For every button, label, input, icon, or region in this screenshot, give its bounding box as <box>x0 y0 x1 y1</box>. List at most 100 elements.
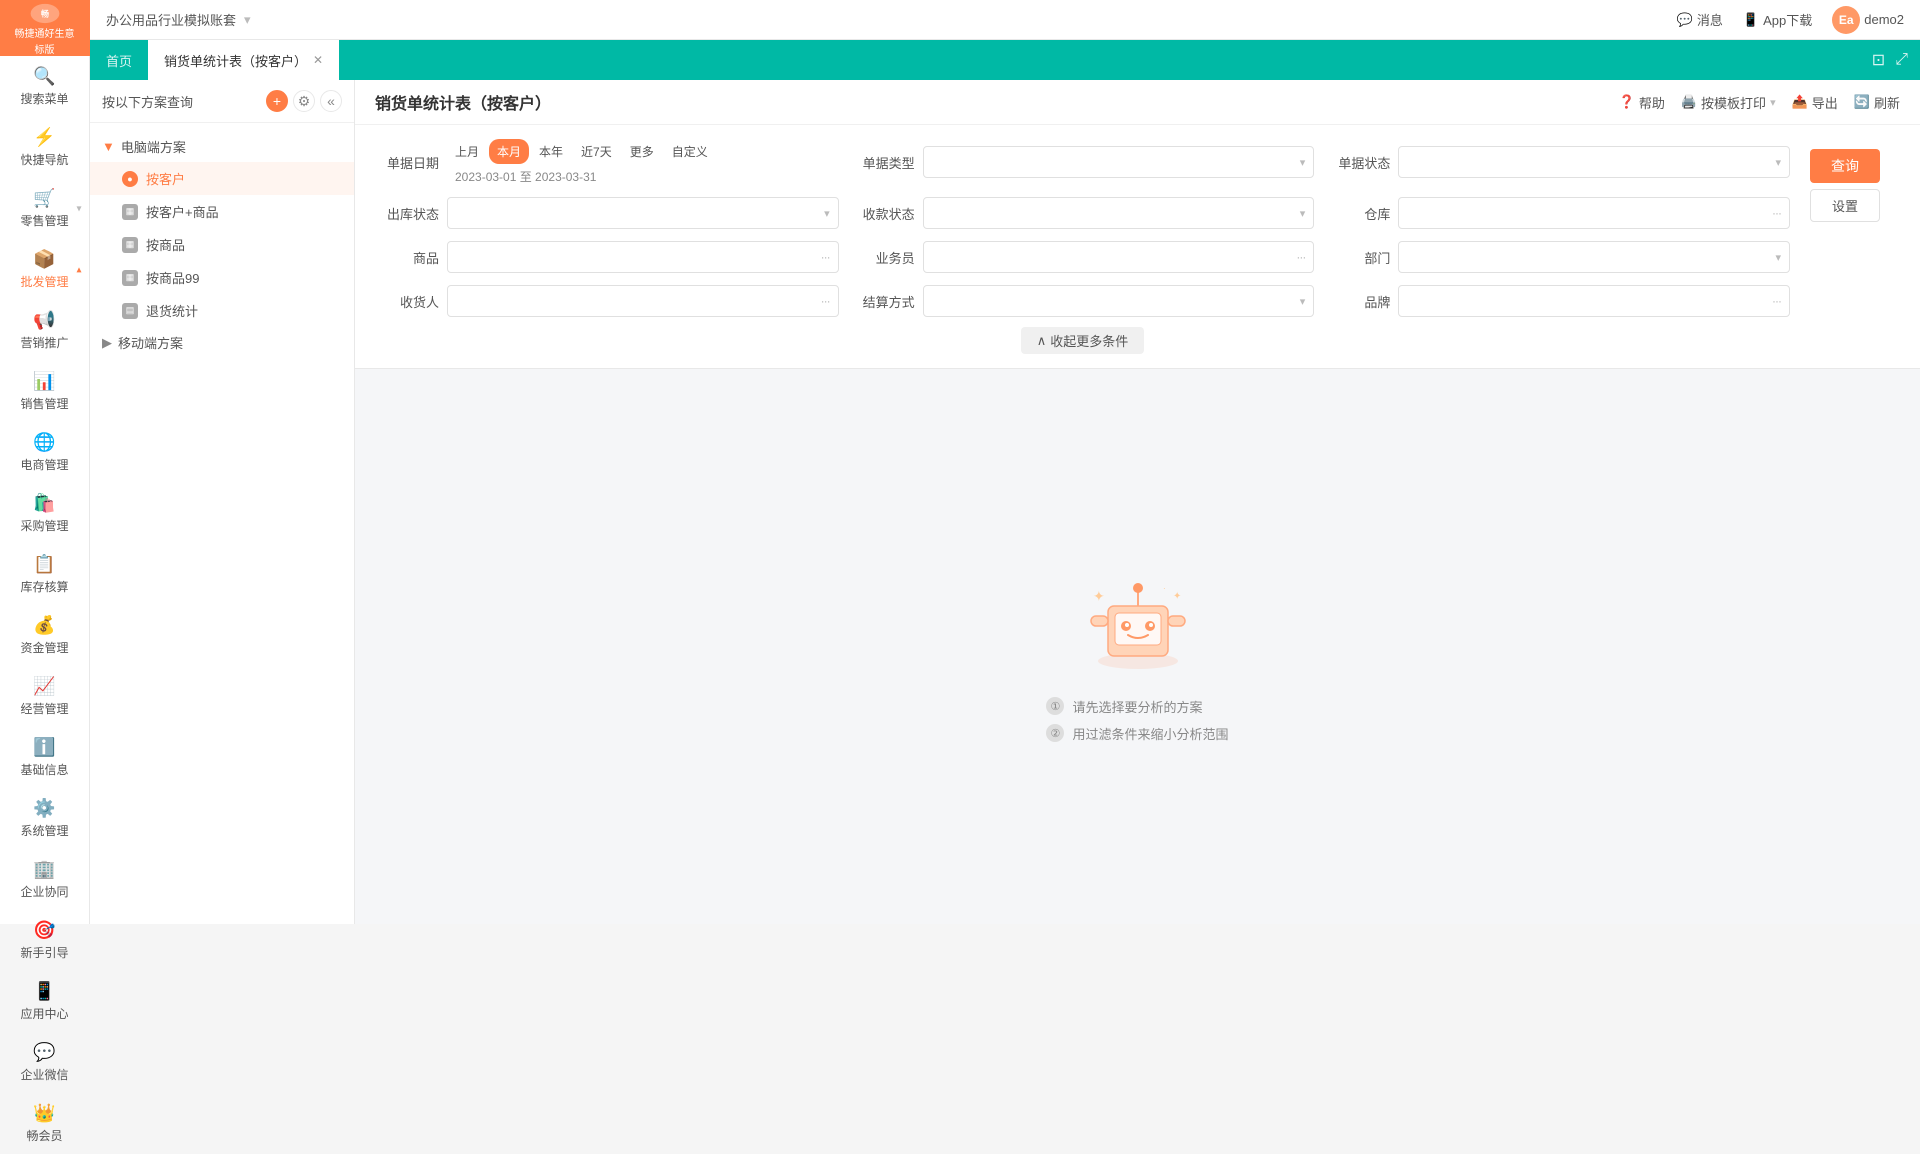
template-print-btn[interactable]: 🖨️ 按模板打印 ▾ <box>1681 93 1776 112</box>
date-tab-custom[interactable]: 自定义 <box>664 139 716 164</box>
svg-text:✦: ✦ <box>1173 591 1181 602</box>
scheme-item-by-goods-99[interactable]: ▦ 按商品99 <box>90 261 354 294</box>
settings-btn[interactable]: 设置 <box>1810 189 1880 222</box>
help-btn[interactable]: ❓ 帮助 <box>1619 93 1665 112</box>
collapse-panel-btn[interactable]: « <box>320 90 342 112</box>
scheme-item-return-stats[interactable]: ▤ 退货统计 <box>90 294 354 327</box>
user-area[interactable]: Ea demo2 <box>1832 6 1904 34</box>
message-btn[interactable]: 💬 消息 <box>1677 10 1723 29</box>
date-tab-this-year[interactable]: 本年 <box>531 139 571 164</box>
date-tab-this-month[interactable]: 本月 <box>489 139 529 164</box>
tab-close-icon[interactable]: ✕ <box>313 53 323 67</box>
header-breadcrumb-area: 办公用品行业模拟账套 ▾ <box>106 10 251 29</box>
filter-goods-item: 商品 ··· <box>375 241 839 273</box>
sidebar-item-ecommerce[interactable]: 🌐 电商管理 <box>0 422 90 483</box>
sidebar-item-search-menu[interactable]: 🔍 搜索菜单 <box>0 56 90 117</box>
scheme-section: ▼ 电脑端方案 ● 按客户 ▦ 按客户+商品 ▦ 按商品 ▦ 按商品99 <box>90 123 354 366</box>
sidebar-item-basic-info[interactable]: ℹ️ 基础信息 <box>0 727 90 788</box>
settlement-input[interactable]: ▾ <box>923 285 1315 317</box>
basic-info-icon: ℹ️ <box>33 737 55 758</box>
sidebar-item-wholesale[interactable]: 📦 批发管理 ▴ <box>0 239 90 300</box>
sidebar-item-purchase[interactable]: 🛍️ 采购管理 <box>0 483 90 544</box>
ecommerce-icon: 🌐 <box>33 432 55 453</box>
sidebar-item-retail[interactable]: 🛒 零售管理 ▾ <box>0 178 90 239</box>
finance-icon: 💰 <box>33 615 55 636</box>
doc-type-arrow-icon: ▾ <box>1300 156 1306 169</box>
sidebar-item-app-center[interactable]: 📱 应用中心 <box>0 971 90 1032</box>
doc-status-label: 单据状态 <box>1326 153 1390 172</box>
collapse-btn[interactable]: ∧ 收起更多条件 <box>1021 327 1145 354</box>
filter-date-item: 单据日期 上月 本月 本年 近7天 更多 自定义 20 <box>375 139 839 185</box>
filter-doc-type-item: 单据类型 ▾ <box>851 146 1315 178</box>
sidebar-label-sales: 销售管理 <box>20 395 68 412</box>
sidebar-label-enterprise: 企业协同 <box>20 883 68 900</box>
department-input[interactable]: ▾ <box>1398 241 1790 273</box>
scheme-item-by-customer-goods[interactable]: ▦ 按客户+商品 <box>90 195 354 228</box>
filter-area: 单据日期 上月 本月 本年 近7天 更多 自定义 20 <box>355 125 1920 369</box>
sidebar-label-system: 系统管理 <box>20 822 68 839</box>
salesperson-input[interactable]: ··· <box>923 241 1315 273</box>
sidebar-item-new-guide[interactable]: 🎯 新手引导 <box>0 910 90 971</box>
scheme-item-by-customer[interactable]: ● 按客户 <box>90 162 354 195</box>
search-menu-icon: 🔍 <box>33 66 55 87</box>
sidebar-item-sales[interactable]: 📊 销售管理 <box>0 361 90 422</box>
out-status-input[interactable]: ▾ <box>447 197 839 229</box>
right-action-btns: 查询 设置 <box>1800 139 1900 354</box>
receiver-input[interactable]: ··· <box>447 285 839 317</box>
add-scheme-btn[interactable]: + <box>266 90 288 112</box>
sidebar-label-quick-nav: 快捷导航 <box>20 151 68 168</box>
scheme-group-mobile[interactable]: ▶ 移动端方案 <box>90 327 354 358</box>
logo-icon: 畅 <box>29 0 61 27</box>
scheme-group-desktop[interactable]: ▼ 电脑端方案 <box>90 131 354 162</box>
refresh-btn[interactable]: 🔄 刷新 <box>1854 93 1900 112</box>
by-customer-goods-icon: ▦ <box>122 204 138 220</box>
scheme-item-by-goods[interactable]: ▦ 按商品 <box>90 228 354 261</box>
sidebar-item-enterprise-wechat[interactable]: 💬 企业微信 <box>0 1032 90 1093</box>
sidebar-item-operations[interactable]: 📈 经营管理 <box>0 666 90 727</box>
scheme-settings-btn[interactable]: ⚙ <box>293 90 315 112</box>
sidebar-item-marketing[interactable]: 📢 营销推广 <box>0 300 90 361</box>
sidebar-item-finance[interactable]: 💰 资金管理 <box>0 605 90 666</box>
breadcrumb-text: 办公用品行业模拟账套 <box>106 10 236 29</box>
export-btn[interactable]: 📤 导出 <box>1792 93 1838 112</box>
quick-nav-icon: ⚡ <box>33 127 55 148</box>
date-range: 2023-03-01 至 2023-03-31 <box>455 168 596 185</box>
left-panel: 按以下方案查询 + ⚙ « ▼ 电脑端方案 <box>90 80 355 924</box>
tab-right-icons: ⊡ ⤢ <box>1872 40 1920 80</box>
tab-home-label: 首页 <box>106 51 132 70</box>
group-mobile-label: 移动端方案 <box>118 333 183 352</box>
date-tab-more[interactable]: 更多 <box>622 139 662 164</box>
doc-status-input[interactable]: ▾ <box>1398 146 1790 178</box>
sidebar-label-ecommerce: 电商管理 <box>20 456 68 473</box>
tab-home[interactable]: 首页 <box>90 40 148 80</box>
brand-input[interactable]: ··· <box>1398 285 1790 317</box>
date-tab-last-month[interactable]: 上月 <box>447 139 487 164</box>
receipt-status-input[interactable]: ▾ <box>923 197 1315 229</box>
expand-icon[interactable]: ⤢ <box>1895 51 1908 69</box>
doc-type-input[interactable]: ▾ <box>923 146 1315 178</box>
tab-sales-stats[interactable]: 销货单统计表（按客户） ✕ <box>148 40 339 80</box>
brand-label: 品牌 <box>1326 292 1390 311</box>
new-guide-icon: 🎯 <box>33 920 55 941</box>
sidebar-item-quick-nav[interactable]: ⚡ 快捷导航 <box>0 117 90 178</box>
query-btn[interactable]: 查询 <box>1810 149 1880 183</box>
date-tab-last7[interactable]: 近7天 <box>573 139 620 164</box>
filter-salesperson-item: 业务员 ··· <box>851 241 1315 273</box>
help-label: 帮助 <box>1639 93 1665 112</box>
wholesale-arrow: ▴ <box>76 264 81 275</box>
sidebar-item-vip[interactable]: 👑 畅会员 <box>0 1093 90 1154</box>
sidebar-item-enterprise[interactable]: 🏢 企业协同 <box>0 849 90 910</box>
salesperson-label: 业务员 <box>851 248 915 267</box>
filter-receiver-item: 收货人 ··· <box>375 285 839 317</box>
sidebar-item-system[interactable]: ⚙️ 系统管理 <box>0 788 90 849</box>
receipt-status-arrow-icon: ▾ <box>1300 207 1306 220</box>
app-download-btn[interactable]: 📱 App下载 <box>1743 10 1812 29</box>
template-print-label: 按模板打印 <box>1701 93 1766 112</box>
warehouse-input[interactable]: ··· <box>1398 197 1790 229</box>
restore-icon[interactable]: ⊡ <box>1872 50 1885 70</box>
page-title: 销货单统计表（按客户） <box>375 90 551 114</box>
marketing-icon: 📢 <box>33 310 55 331</box>
sidebar-item-inventory[interactable]: 📋 库存核算 <box>0 544 90 605</box>
goods-input[interactable]: ··· <box>447 241 839 273</box>
doc-type-label: 单据类型 <box>851 153 915 172</box>
